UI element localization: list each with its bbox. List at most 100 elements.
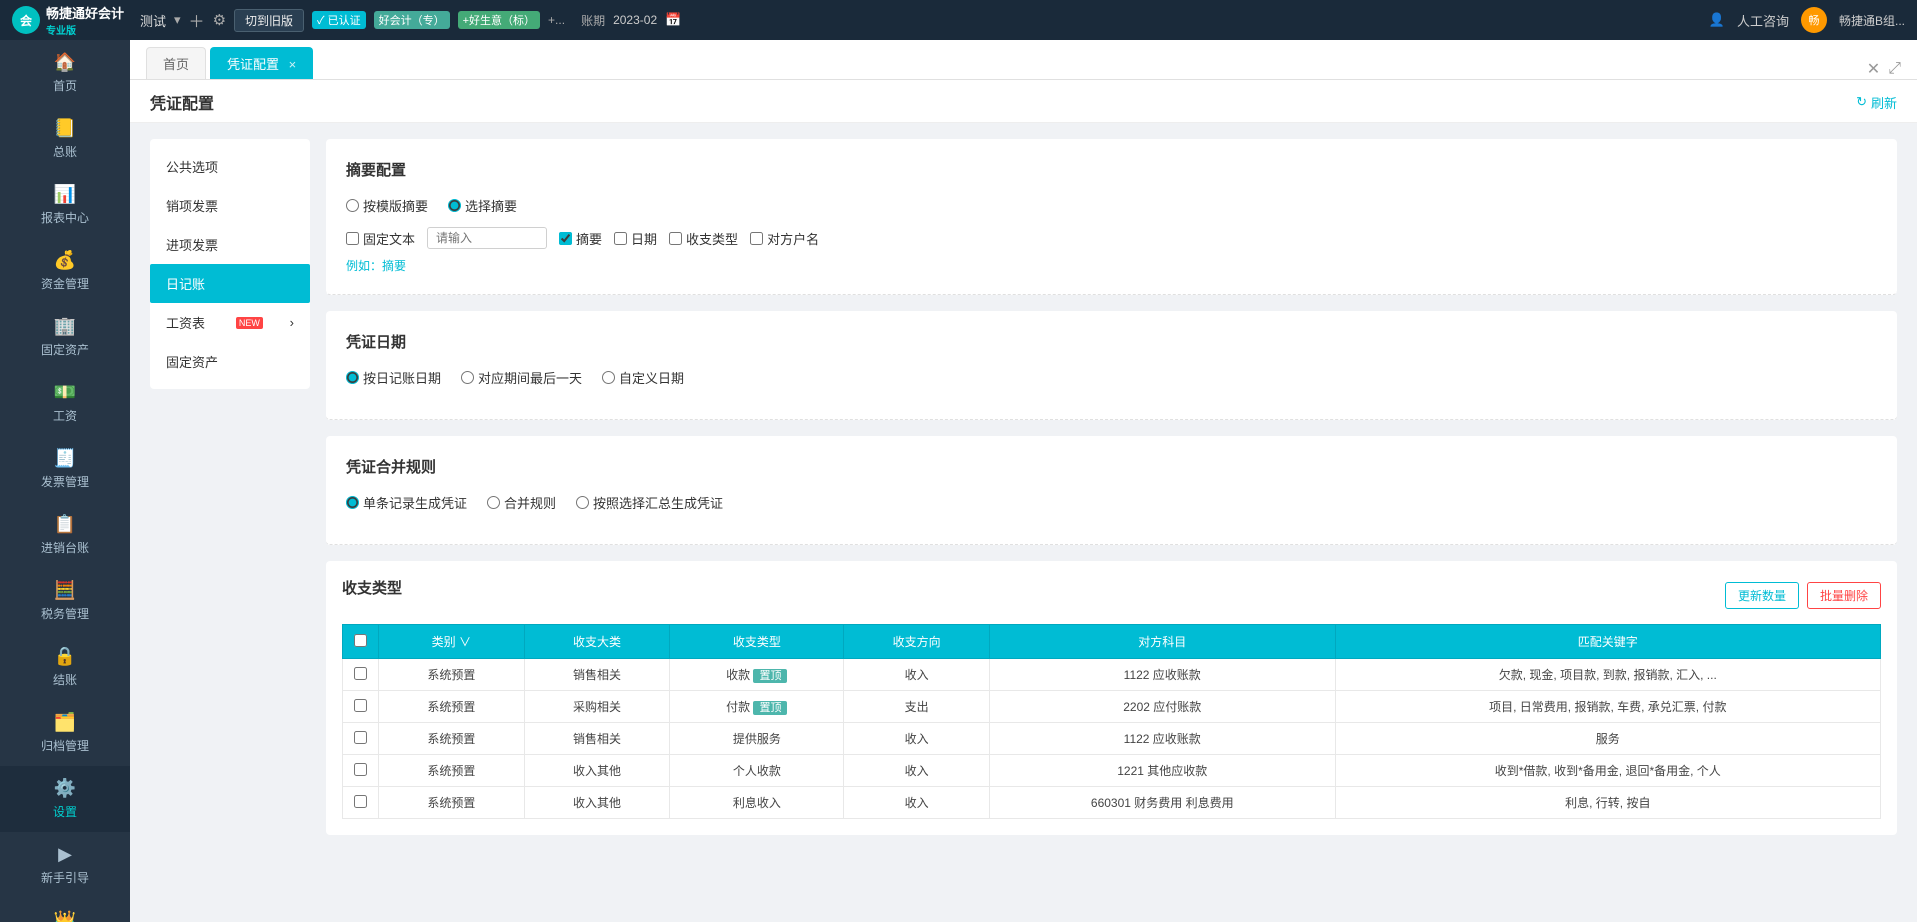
sidebar-item-fund[interactable]: 💰 资金管理 [0, 238, 130, 304]
expand-icon: › [290, 315, 294, 330]
tab-voucher-config[interactable]: 凭证配置 × [210, 47, 313, 79]
radio-template[interactable]: 按模版摘要 [346, 196, 428, 215]
checkbox-counterpart-input[interactable] [750, 232, 763, 245]
logo-sub: 专业版 [46, 22, 124, 37]
radio-period-last[interactable]: 对应期间最后一天 [461, 368, 582, 387]
user-avatar[interactable]: 畅 [1801, 7, 1827, 33]
counterpart-label: 对方户名 [767, 229, 819, 248]
table-row: 系统预置 收入其他 个人收款 收入 1221 其他应收款 收到*借款, 收到*备… [343, 755, 1881, 787]
checkbox-pay-type-input[interactable] [669, 232, 682, 245]
radio-custom-date[interactable]: 自定义日期 [602, 368, 684, 387]
home-icon: 🏠 [54, 52, 76, 73]
radio-select-input[interactable] [448, 199, 461, 212]
checkbox-pay-type[interactable]: 收支类型 [669, 229, 738, 248]
sidebar-item-asset[interactable]: 🏢 固定资产 [0, 304, 130, 370]
sidebar-item-member[interactable]: 👑 畅会员 [0, 898, 130, 922]
sidebar-label-settings: 设置 [53, 803, 77, 820]
radio-period-last-input[interactable] [461, 371, 474, 384]
left-nav-purchase-inv[interactable]: 进项发票 [150, 225, 310, 264]
main-content: 公共选项 销项发票 进项发票 日记账 工资表 NEW › 固定资产 摘要配置 [130, 123, 1917, 922]
report-icon: 📊 [54, 184, 76, 205]
row-checkbox-1[interactable] [354, 667, 367, 680]
row-checkbox-5[interactable] [354, 795, 367, 808]
merge-rule-title: 凭证合并规则 [346, 456, 1877, 477]
table-row: 系统预置 销售相关 收款 置顶 收入 1122 应收账款 欠款, 现金, 项目款… [343, 659, 1881, 691]
checkbox-date-input[interactable] [614, 232, 627, 245]
batch-delete-button[interactable]: 批量删除 [1807, 582, 1881, 609]
company-arrow-icon[interactable]: ▾ [174, 12, 181, 28]
service-btn[interactable]: 人工咨询 [1737, 11, 1789, 30]
radio-single-input[interactable] [346, 496, 359, 509]
fixed-text-input[interactable] [427, 227, 547, 249]
sidebar-item-guide[interactable]: ▶ 新手引导 [0, 832, 130, 898]
tag-top-1[interactable]: 置顶 [753, 669, 787, 683]
update-count-button[interactable]: 更新数量 [1725, 582, 1799, 609]
page-header: 凭证配置 ↻ 刷新 [130, 80, 1917, 123]
sidebar-item-archive[interactable]: 🗂️ 归档管理 [0, 700, 130, 766]
left-nav-public[interactable]: 公共选项 [150, 147, 310, 186]
radio-custom-date-input[interactable] [602, 371, 615, 384]
row-checkbox-4[interactable] [354, 763, 367, 776]
custom-date-label: 自定义日期 [619, 368, 684, 387]
window-expand-button[interactable]: ⤢ [1888, 60, 1901, 78]
tag-more: +... [548, 13, 565, 27]
period-last-label: 对应期间最后一天 [478, 368, 582, 387]
sidebar-item-purchase[interactable]: 📋 进销台账 [0, 502, 130, 568]
tab-close-icon[interactable]: × [289, 57, 297, 72]
radio-single[interactable]: 单条记录生成凭证 [346, 493, 467, 512]
summary-label: 摘要 [576, 229, 602, 248]
sidebar-item-home[interactable]: 🏠 首页 [0, 40, 130, 106]
switch-version-button[interactable]: 切到旧版 [234, 9, 304, 32]
left-nav-journal[interactable]: 日记账 [150, 264, 310, 303]
tab-home[interactable]: 首页 [146, 47, 206, 79]
merge-rule-radio-group: 单条记录生成凭证 合并规则 按照选择汇总生成凭证 [346, 493, 1877, 512]
radio-merge-rule[interactable]: 合并规则 [487, 493, 556, 512]
th-category: 类别 ∨ [379, 625, 525, 659]
checkbox-summary[interactable]: 摘要 [559, 229, 602, 248]
cell-type-3: 提供服务 [670, 723, 844, 755]
refresh-button[interactable]: ↻ 刷新 [1856, 93, 1897, 112]
th-checkbox[interactable] [343, 625, 379, 659]
row-checkbox-3[interactable] [354, 731, 367, 744]
checkbox-fixed-text[interactable]: 固定文本 [346, 229, 415, 248]
radio-select[interactable]: 选择摘要 [448, 196, 517, 215]
sidebar-item-settings[interactable]: ⚙️ 设置 [0, 766, 130, 832]
sidebar-item-report[interactable]: 📊 报表中心 [0, 172, 130, 238]
radio-merge-rule-input[interactable] [487, 496, 500, 509]
select-all-checkbox[interactable] [354, 634, 367, 647]
salary-icon: 💵 [54, 382, 76, 403]
left-nav-salary-table[interactable]: 工资表 NEW › [150, 303, 310, 342]
sidebar-label-home: 首页 [53, 77, 77, 94]
period-value: 2023-02 [613, 13, 657, 27]
th-keywords: 匹配关键字 [1335, 625, 1880, 659]
radio-template-input[interactable] [346, 199, 359, 212]
left-nav-sales[interactable]: 销项发票 [150, 186, 310, 225]
tag-top-2[interactable]: 置顶 [753, 701, 787, 715]
left-nav-fixed-asset[interactable]: 固定资产 [150, 342, 310, 381]
radio-summary-gen-input[interactable] [576, 496, 589, 509]
sidebar-item-invoice[interactable]: 🧾 发票管理 [0, 436, 130, 502]
add-button[interactable]: ＋ [189, 8, 205, 32]
cell-category-3: 系统预置 [379, 723, 525, 755]
window-close-button[interactable]: ✕ [1867, 59, 1880, 79]
page-title: 凭证配置 [150, 90, 214, 114]
example-text: 例如：摘要 [346, 257, 1877, 274]
checkbox-summary-input[interactable] [559, 232, 572, 245]
sidebar-item-tax[interactable]: 🧮 税务管理 [0, 568, 130, 634]
checkbox-date[interactable]: 日期 [614, 229, 657, 248]
sidebar-item-salary[interactable]: 💵 工资 [0, 370, 130, 436]
table-header-row: 收支类型 更新数量 批量删除 [342, 577, 1881, 614]
checkbox-counterpart[interactable]: 对方户名 [750, 229, 819, 248]
radio-summary-gen[interactable]: 按照选择汇总生成凭证 [576, 493, 723, 512]
row-checkbox-2[interactable] [354, 699, 367, 712]
radio-journal-date-input[interactable] [346, 371, 359, 384]
checkbox-fixed-text-input[interactable] [346, 232, 359, 245]
journal-date-label: 按日记账日期 [363, 368, 441, 387]
tag-certified: ✓ 已认证 [312, 11, 366, 29]
radio-journal-date[interactable]: 按日记账日期 [346, 368, 441, 387]
sidebar-item-close[interactable]: 🔒 结账 [0, 634, 130, 700]
settings-button[interactable]: ⚙ [213, 11, 226, 29]
sidebar-item-ledger[interactable]: 📒 总账 [0, 106, 130, 172]
summary-config-title: 摘要配置 [346, 159, 1877, 180]
calendar-icon[interactable]: 📅 [665, 12, 681, 28]
